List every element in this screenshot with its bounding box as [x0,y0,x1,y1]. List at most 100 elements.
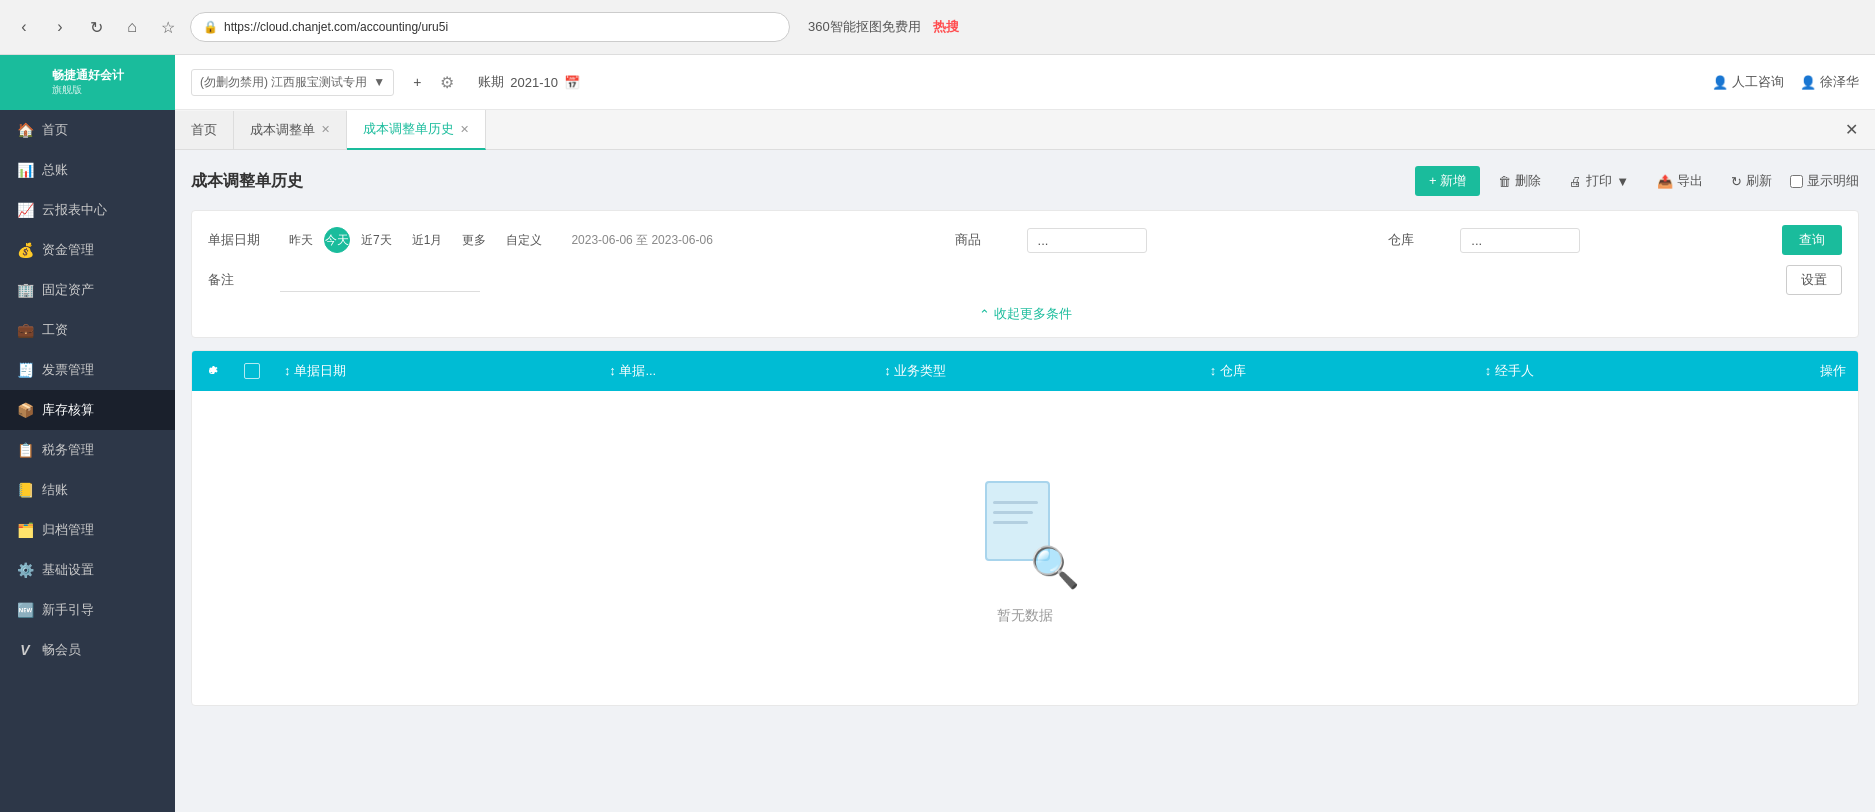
sidebar-item-settings[interactable]: ⚙️ 基础设置 [0,550,175,590]
query-button[interactable]: 查询 [1782,225,1842,255]
delete-button[interactable]: 🗑 删除 [1488,167,1551,195]
company-dropdown-icon: ▼ [373,75,385,89]
sidebar-item-report[interactable]: 📈 云报表中心 [0,190,175,230]
th-warehouse[interactable]: ↕ 仓库 [1198,362,1473,380]
logo-sub: 旗舰版 [52,83,124,97]
search-text[interactable]: 360智能抠图免费用 [808,18,921,36]
customer-service[interactable]: 👤 人工咨询 [1712,73,1784,91]
refresh-button-toolbar[interactable]: ↻ 刷新 [1721,167,1782,195]
doc-line3 [993,521,1028,524]
sidebar-item-guide[interactable]: 🆕 新手引导 [0,590,175,630]
header-checkbox[interactable] [244,363,260,379]
sidebar-item-fund[interactable]: 💰 资金管理 [0,230,175,270]
sidebar-item-archive[interactable]: 🗂️ 归档管理 [0,510,175,550]
sidebar-item-close[interactable]: 📒 结账 [0,470,175,510]
tab-cost-adjustment-history-close[interactable]: ✕ [460,123,469,136]
tab-home[interactable]: 首页 [175,111,234,149]
calendar-icon[interactable]: 📅 [564,75,580,90]
sidebar-item-vip[interactable]: V 畅会员 [0,630,175,670]
note-filter-label: 备注 [208,271,264,289]
tab-cost-adjustment-history[interactable]: 成本调整单历史 ✕ [347,110,486,150]
sidebar-item-tax[interactable]: 📋 税务管理 [0,430,175,470]
goods-select[interactable]: ... [1027,228,1147,253]
sidebar-item-assets[interactable]: 🏢 固定资产 [0,270,175,310]
doc-line1 [993,501,1038,504]
magnifier-icon: 🔍 [1030,544,1080,591]
th-settings[interactable] [192,363,232,379]
period-value: 2021-10 [510,75,558,90]
period-info: 账期 2021-10 📅 [478,73,580,91]
goods-dots: ... [1038,233,1049,248]
sidebar-item-salary[interactable]: 💼 工资 [0,310,175,350]
date-btn-7days[interactable]: 近7天 [352,228,401,253]
forward-button[interactable]: › [46,13,74,41]
browser-chrome: ‹ › ↻ ⌂ ☆ 🔒 https://cloud.chanjet.com/ac… [0,0,1875,55]
settings-icon: ⚙️ [16,562,34,578]
ledger-icon: 📊 [16,162,34,178]
back-button[interactable]: ‹ [10,13,38,41]
address-bar[interactable]: 🔒 https://cloud.chanjet.com/accounting/u… [190,12,790,42]
sidebar-item-home[interactable]: 🏠 首页 [0,110,175,150]
new-button[interactable]: + 新增 [1415,166,1480,196]
bookmark-button[interactable]: ☆ [154,13,182,41]
warehouse-filter-label: 仓库 [1388,231,1444,249]
refresh-button[interactable]: ↻ [82,13,110,41]
print-button[interactable]: 🖨 打印 ▼ [1559,167,1639,195]
date-btn-more[interactable]: 更多 [453,228,495,253]
print-label: 打印 [1586,172,1612,190]
date-btn-today[interactable]: 今天 [324,227,350,253]
sidebar-label-invoice: 发票管理 [42,361,94,379]
sidebar-label-salary: 工资 [42,321,68,339]
sidebar-label-report: 云报表中心 [42,201,107,219]
th-handler[interactable]: ↕ 经手人 [1473,362,1798,380]
add-tab-button[interactable]: + [406,71,428,93]
warehouse-select[interactable]: ... [1460,228,1580,253]
note-input[interactable] [280,268,480,292]
th-date[interactable]: ↕ 单据日期 [272,362,597,380]
collapse-up-icon: ⌃ [979,307,990,322]
collapse-button[interactable]: ⌃ 收起更多条件 [208,305,1842,323]
home-button[interactable]: ⌂ [118,13,146,41]
sidebar-item-invoice[interactable]: 🧾 发票管理 [0,350,175,390]
filter-panel: 单据日期 昨天 今天 近7天 近1月 更多 自定义 2023-06-06 至 2… [191,210,1859,338]
th-checkbox[interactable] [232,363,272,379]
lock-icon: 🔒 [203,20,218,34]
sidebar-item-ledger[interactable]: 📊 总账 [0,150,175,190]
user-profile[interactable]: 👤 徐泽华 [1800,73,1859,91]
export-icon: 📤 [1657,174,1673,189]
tab-cost-adjustment[interactable]: 成本调整单 ✕ [234,111,347,149]
settings-button-filter[interactable]: 设置 [1786,265,1842,295]
company-selector[interactable]: (勿删勿禁用) 江西服宝测试专用 ▼ [191,69,394,96]
th-biz-type-label: ↕ 业务类型 [884,362,946,380]
close-all-tabs-button[interactable]: ✕ [1837,116,1865,144]
inventory-icon: 📦 [16,402,34,418]
show-detail-input[interactable] [1790,175,1803,188]
th-biz-type[interactable]: ↕ 业务类型 [872,362,1197,380]
toolbar-right: + 新增 🗑 删除 🖨 打印 ▼ 📤 导出 ↻ [1415,166,1859,196]
print-dropdown-icon: ▼ [1616,174,1629,189]
page-title: 成本调整单历史 [191,171,303,192]
home-icon: 🏠 [16,122,34,138]
date-btn-yesterday[interactable]: 昨天 [280,228,322,253]
show-detail-checkbox[interactable]: 显示明细 [1790,172,1859,190]
date-btn-custom[interactable]: 自定义 [497,228,551,253]
th-voucher[interactable]: ↕ 单据... [597,362,872,380]
th-handler-label: ↕ 经手人 [1485,362,1534,380]
sidebar-label-close: 结账 [42,481,68,499]
date-btn-1month[interactable]: 近1月 [403,228,452,253]
settings-gear-icon[interactable]: ⚙ [440,73,454,92]
th-warehouse-label: ↕ 仓库 [1210,362,1246,380]
th-voucher-label: ↕ 单据... [609,362,656,380]
sidebar-label-tax: 税务管理 [42,441,94,459]
sidebar-item-inventory[interactable]: 📦 库存核算 [0,390,175,430]
data-table: ↕ 单据日期 ↕ 单据... ↕ 业务类型 ↕ 仓库 ↕ 经手人 [191,350,1859,706]
tab-cost-adjustment-close[interactable]: ✕ [321,123,330,136]
empty-text: 暂无数据 [997,607,1053,625]
filter-row-date: 单据日期 昨天 今天 近7天 近1月 更多 自定义 2023-06-06 至 2… [208,225,1842,255]
delete-label: 删除 [1515,172,1541,190]
sidebar-label-archive: 归档管理 [42,521,94,539]
close-books-icon: 📒 [16,482,34,498]
hot-label[interactable]: 热搜 [933,18,959,36]
refresh-label: 刷新 [1746,172,1772,190]
export-button[interactable]: 📤 导出 [1647,167,1713,195]
